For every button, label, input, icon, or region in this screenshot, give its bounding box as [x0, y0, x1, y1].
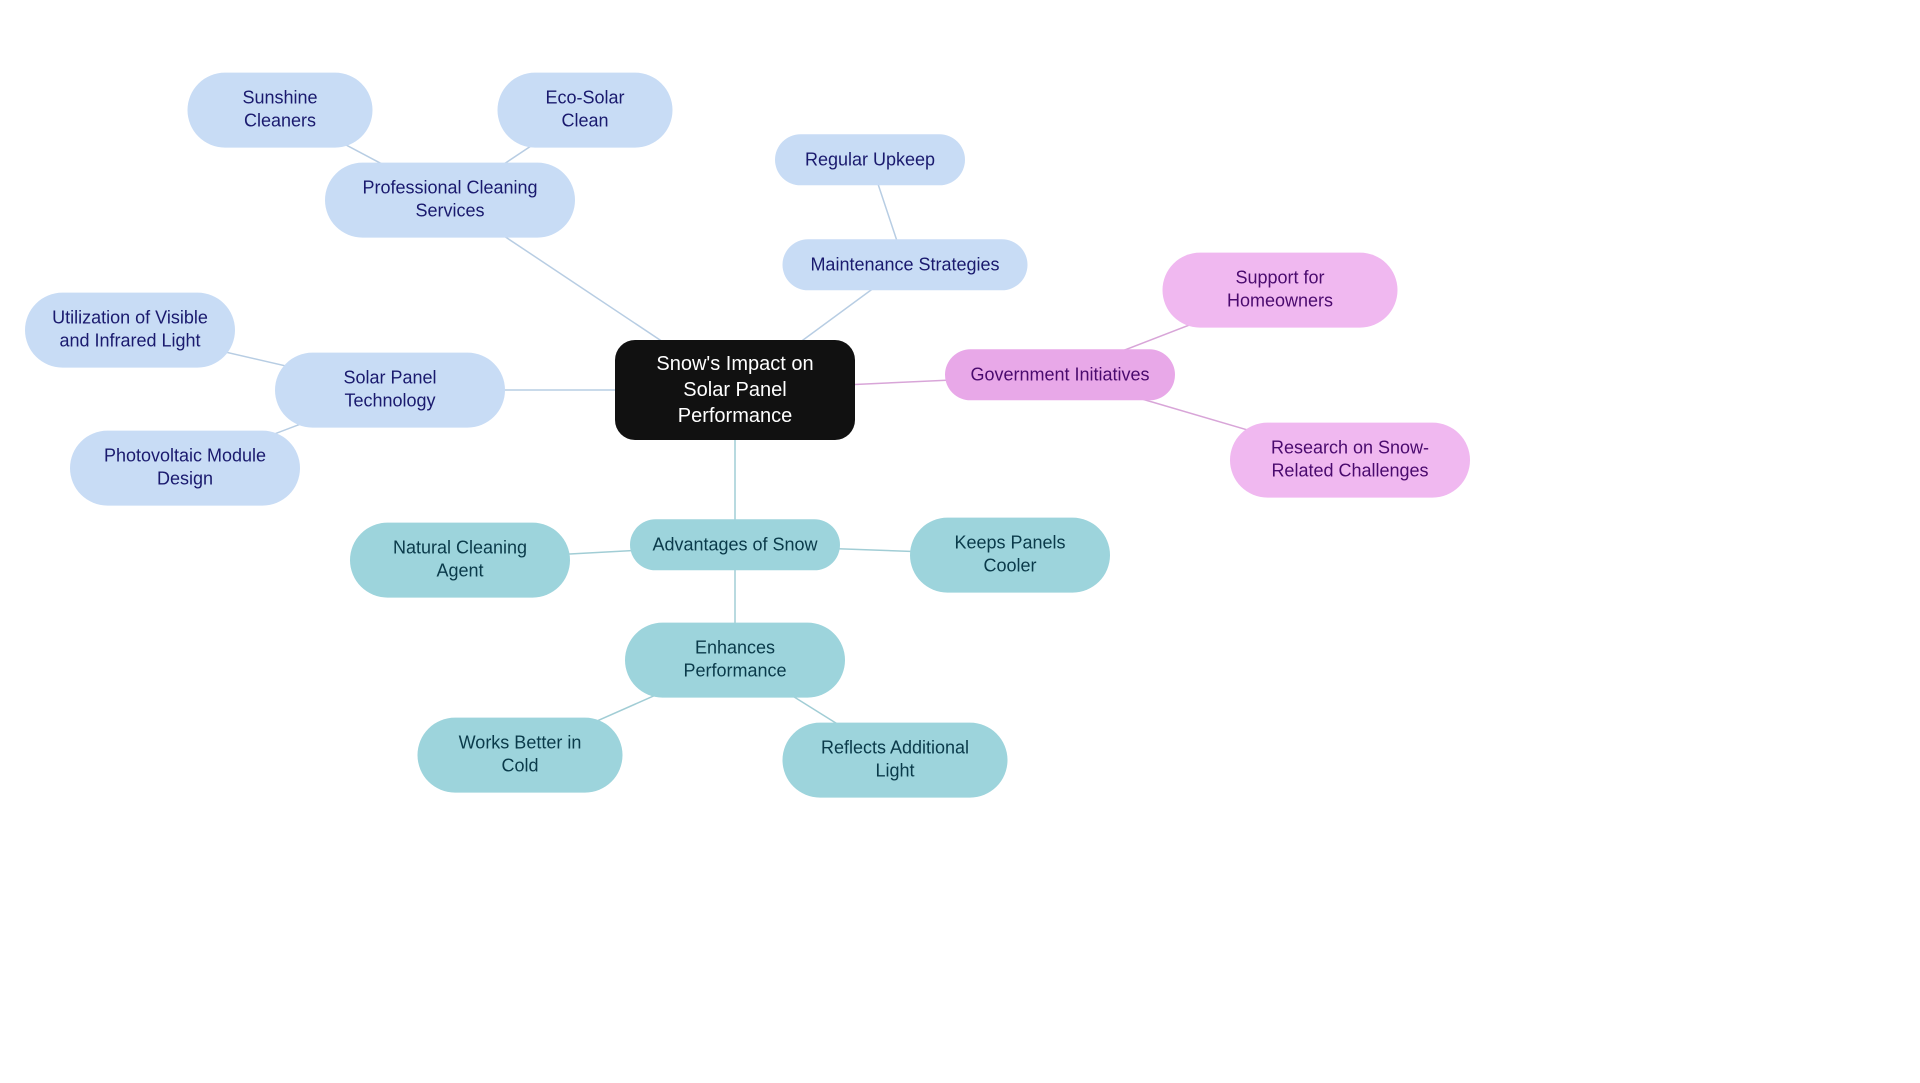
node-solar-panel-tech: Solar Panel Technology [275, 353, 505, 428]
node-regular-upkeep: Regular Upkeep [775, 134, 965, 185]
node-enhances-perf: Enhances Performance [625, 623, 845, 698]
mindmap-container: Snow's Impact on Solar Panel Performance… [0, 0, 1920, 1083]
node-photovoltaic: Photovoltaic Module Design [70, 431, 300, 506]
node-advantages-snow: Advantages of Snow [630, 519, 840, 570]
node-govt-initiatives: Government Initiatives [945, 349, 1175, 400]
node-eco-solar: Eco-Solar Clean [498, 73, 673, 148]
node-uv-infrared: Utilization of Visible and Infrared Ligh… [25, 293, 235, 368]
node-reflects-light: Reflects Additional Light [783, 723, 1008, 798]
node-support-homeowners: Support for Homeowners [1163, 253, 1398, 328]
node-natural-cleaning: Natural Cleaning Agent [350, 523, 570, 598]
node-works-cold: Works Better in Cold [418, 718, 623, 793]
node-maintenance: Maintenance Strategies [783, 239, 1028, 290]
node-keeps-cooler: Keeps Panels Cooler [910, 518, 1110, 593]
center-node: Snow's Impact on Solar Panel Performance [615, 340, 855, 440]
node-sunshine: Sunshine Cleaners [188, 73, 373, 148]
node-research-snow: Research on Snow-Related Challenges [1230, 423, 1470, 498]
node-prof-cleaning: Professional Cleaning Services [325, 163, 575, 238]
